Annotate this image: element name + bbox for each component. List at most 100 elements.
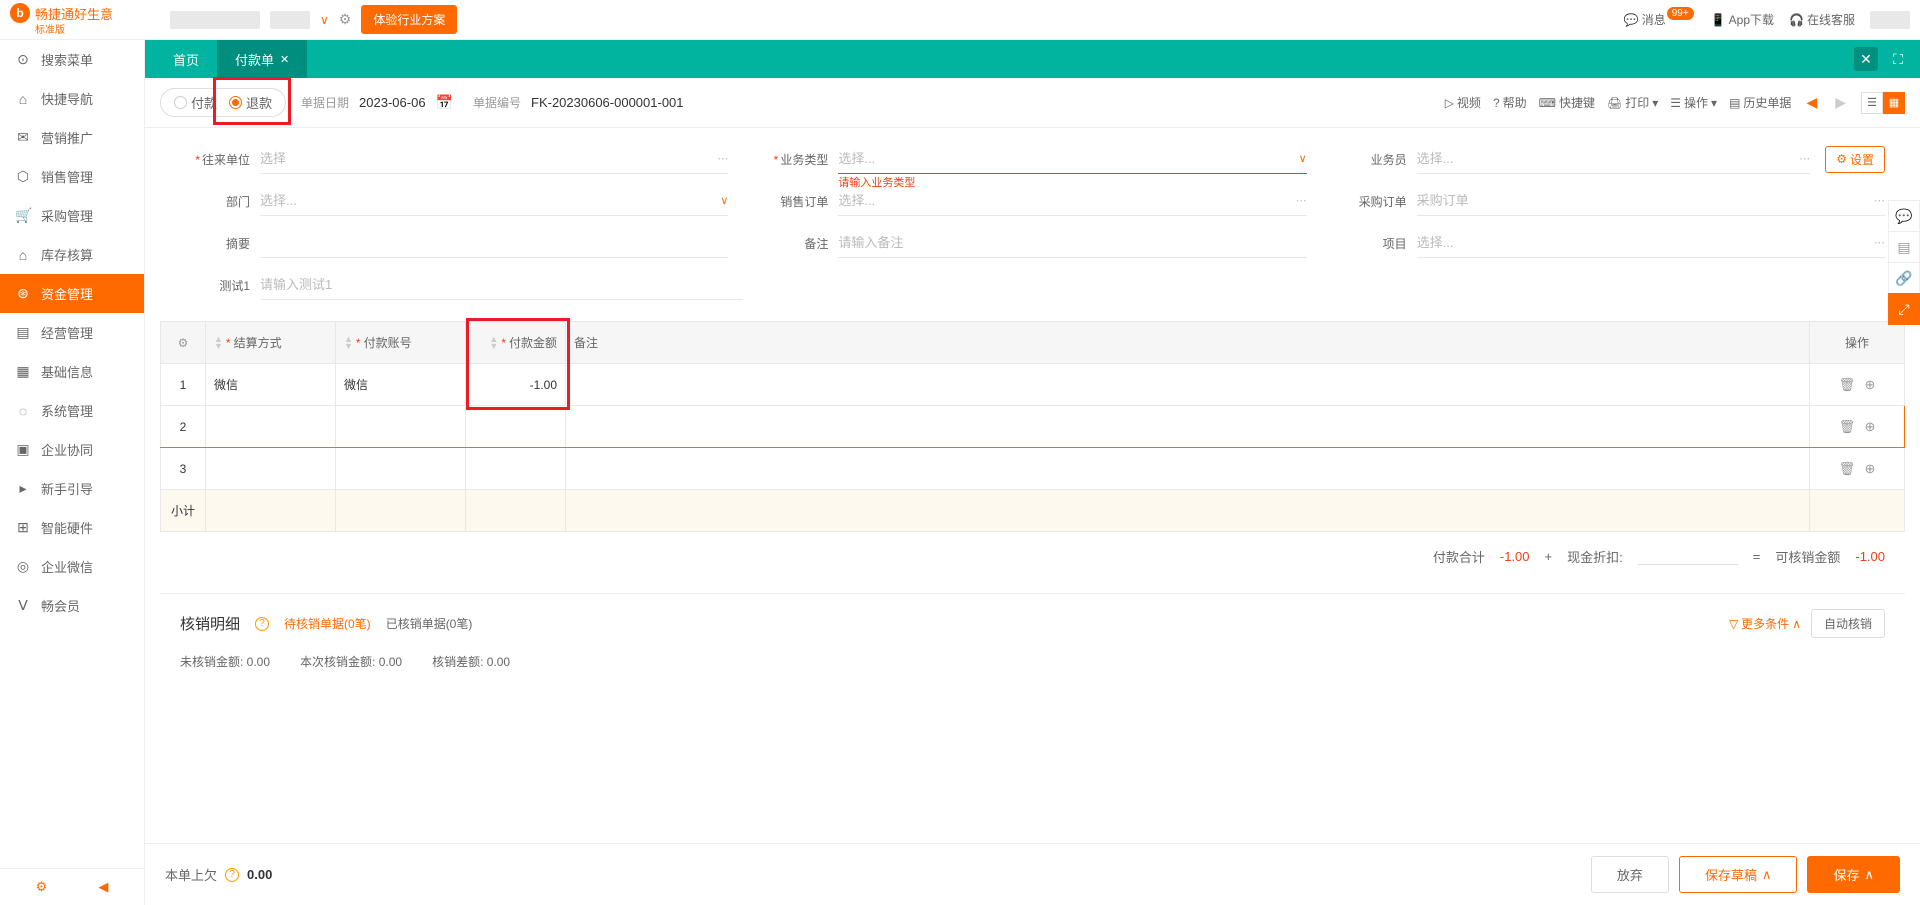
table-row[interactable]: 2 🗑 ⊕	[161, 406, 1905, 448]
sidebar-item[interactable]: ⊛资金管理	[0, 274, 144, 313]
rail-doc-icon[interactable]: ▤	[1888, 231, 1920, 263]
tab-close-icon[interactable]: ✕	[280, 53, 289, 66]
remark-input[interactable]	[838, 235, 1306, 250]
clerk-input[interactable]	[1417, 151, 1800, 166]
cell-amount[interactable]: -1.00	[466, 364, 566, 406]
doc-date-value[interactable]: 2023-06-06	[359, 95, 426, 110]
calendar-icon[interactable]: 📅	[436, 94, 453, 111]
radio-refund[interactable]: 退款	[224, 93, 277, 112]
radio-payment[interactable]: 付款	[169, 93, 222, 112]
cell-settle[interactable]	[206, 448, 336, 490]
cell-account[interactable]: 微信	[336, 364, 466, 406]
help-link[interactable]: ?帮助	[1493, 94, 1527, 111]
settings-button[interactable]: ⚙设置	[1825, 146, 1885, 173]
sort-icon[interactable]: ▲▼	[489, 336, 498, 350]
auto-verify-button[interactable]: 自动核销	[1811, 609, 1885, 638]
settings-icon[interactable]: ⚙	[36, 879, 48, 895]
rail-link-icon[interactable]: 🔗	[1888, 262, 1920, 294]
save-draft-button[interactable]: 保存草稿∧	[1679, 856, 1798, 893]
sidebar-item[interactable]: 🛒采购管理	[0, 196, 144, 235]
add-row-icon[interactable]: ⊕	[1864, 419, 1875, 434]
sales-order-input[interactable]	[838, 193, 1295, 208]
print-link[interactable]: 🖨打印▾	[1607, 94, 1658, 111]
discard-button[interactable]: 放弃	[1591, 856, 1669, 893]
table-row[interactable]: 1 微信 微信 -1.00 🗑 ⊕	[161, 364, 1905, 406]
sort-icon[interactable]: ▲▼	[344, 336, 353, 350]
sidebar-item[interactable]: ▸新手引导	[0, 469, 144, 508]
ellipsis-icon[interactable]: ⋯	[1799, 152, 1810, 165]
ellipsis-icon[interactable]: ⋯	[1296, 194, 1307, 207]
sidebar-item[interactable]: ▣企业协同	[0, 430, 144, 469]
chevron-down-icon[interactable]: ∨	[1299, 152, 1307, 165]
rail-expand-icon[interactable]: ⤢	[1888, 293, 1920, 325]
history-link[interactable]: ▤历史单据	[1729, 94, 1791, 111]
delete-row-icon[interactable]: 🗑	[1839, 419, 1856, 434]
add-row-icon[interactable]: ⊕	[1864, 377, 1875, 392]
cell-remark[interactable]	[566, 406, 1810, 448]
trial-button[interactable]: 体验行业方案	[361, 5, 457, 34]
logo[interactable]: b 畅捷通好生意	[10, 3, 150, 23]
ellipsis-icon[interactable]: ⋯	[717, 152, 728, 165]
gear-icon[interactable]: ⚙	[339, 11, 352, 28]
biztype-input[interactable]	[838, 151, 1298, 166]
sidebar-item[interactable]: ⌂库存核算	[0, 235, 144, 274]
tab[interactable]: 首页	[155, 40, 217, 78]
view-list-button[interactable]: ☰	[1861, 92, 1883, 114]
cell-settle[interactable]: 微信	[206, 364, 336, 406]
ellipsis-icon[interactable]: ⋯	[1874, 194, 1885, 207]
sidebar-item[interactable]: ⬡销售管理	[0, 157, 144, 196]
save-button[interactable]: 保存∧	[1807, 856, 1900, 893]
partner-input[interactable]	[260, 151, 717, 166]
project-input[interactable]	[1417, 235, 1874, 250]
cell-account[interactable]	[336, 448, 466, 490]
sidebar-item[interactable]: ◎企业微信	[0, 547, 144, 586]
gear-icon[interactable]: ⚙	[178, 336, 189, 350]
sidebar-item[interactable]: ⊞智能硬件	[0, 508, 144, 547]
collapse-icon[interactable]: ◀	[98, 879, 108, 895]
sidebar-item[interactable]: ▦基础信息	[0, 352, 144, 391]
view-form-button[interactable]: ▦	[1883, 92, 1905, 114]
tab[interactable]: 付款单✕	[217, 40, 307, 78]
delete-row-icon[interactable]: 🗑	[1839, 377, 1856, 392]
org-dropdown-icon[interactable]: ∨	[320, 13, 329, 27]
cash-discount-input[interactable]	[1638, 549, 1738, 565]
sidebar-item[interactable]: ⌂快捷导航	[0, 79, 144, 118]
sidebar-item[interactable]: ⊙搜索菜单	[0, 40, 144, 79]
app-download-link[interactable]: 📱 App下载	[1711, 11, 1774, 28]
more-filter-link[interactable]: ▽更多条件∧	[1729, 615, 1801, 632]
cell-settle[interactable]	[206, 406, 336, 448]
sort-icon[interactable]: ▲▼	[214, 336, 223, 350]
sidebar-item[interactable]: ◌系统管理	[0, 391, 144, 430]
cell-amount[interactable]	[466, 406, 566, 448]
video-link[interactable]: ▷视频	[1445, 94, 1481, 111]
cell-amount[interactable]	[466, 448, 566, 490]
table-row[interactable]: 3 🗑 ⊕	[161, 448, 1905, 490]
rail-note-icon[interactable]: 💬	[1888, 200, 1920, 232]
verify-tab-done[interactable]: 已核销单据(0笔)	[386, 615, 473, 632]
verify-tab-pending[interactable]: 待核销单据(0笔)	[284, 615, 371, 632]
sidebar-item[interactable]: Ⅴ畅会员	[0, 586, 144, 625]
tab-close-all-icon[interactable]: ✕	[1854, 47, 1878, 71]
prev-doc-button[interactable]: ◀	[1803, 94, 1820, 111]
fullscreen-icon[interactable]: ⛶	[1886, 47, 1910, 71]
add-row-icon[interactable]: ⊕	[1864, 461, 1875, 476]
user-avatar-placeholder[interactable]	[1870, 11, 1910, 29]
info-icon[interactable]: ?	[255, 617, 269, 631]
test1-input[interactable]	[260, 277, 743, 292]
ellipsis-icon[interactable]: ⋯	[1874, 236, 1885, 249]
messages-link[interactable]: 💬 消息 99+	[1624, 11, 1696, 28]
summary-input[interactable]	[260, 235, 728, 250]
cell-remark[interactable]	[566, 364, 1810, 406]
cell-remark[interactable]	[566, 448, 1810, 490]
sidebar-item[interactable]: ✉营销推广	[0, 118, 144, 157]
operate-link[interactable]: ☰操作▾	[1670, 94, 1717, 111]
shortcut-link[interactable]: ⌨快捷键	[1539, 94, 1595, 111]
chevron-down-icon[interactable]: ∨	[720, 194, 728, 207]
dept-input[interactable]	[260, 193, 720, 208]
cell-account[interactable]	[336, 406, 466, 448]
delete-row-icon[interactable]: 🗑	[1839, 461, 1856, 476]
next-doc-button[interactable]: ▶	[1832, 94, 1849, 111]
purchase-order-input[interactable]	[1417, 193, 1874, 208]
info-icon[interactable]: ?	[225, 868, 239, 882]
service-link[interactable]: 🎧 在线客服	[1789, 11, 1855, 28]
